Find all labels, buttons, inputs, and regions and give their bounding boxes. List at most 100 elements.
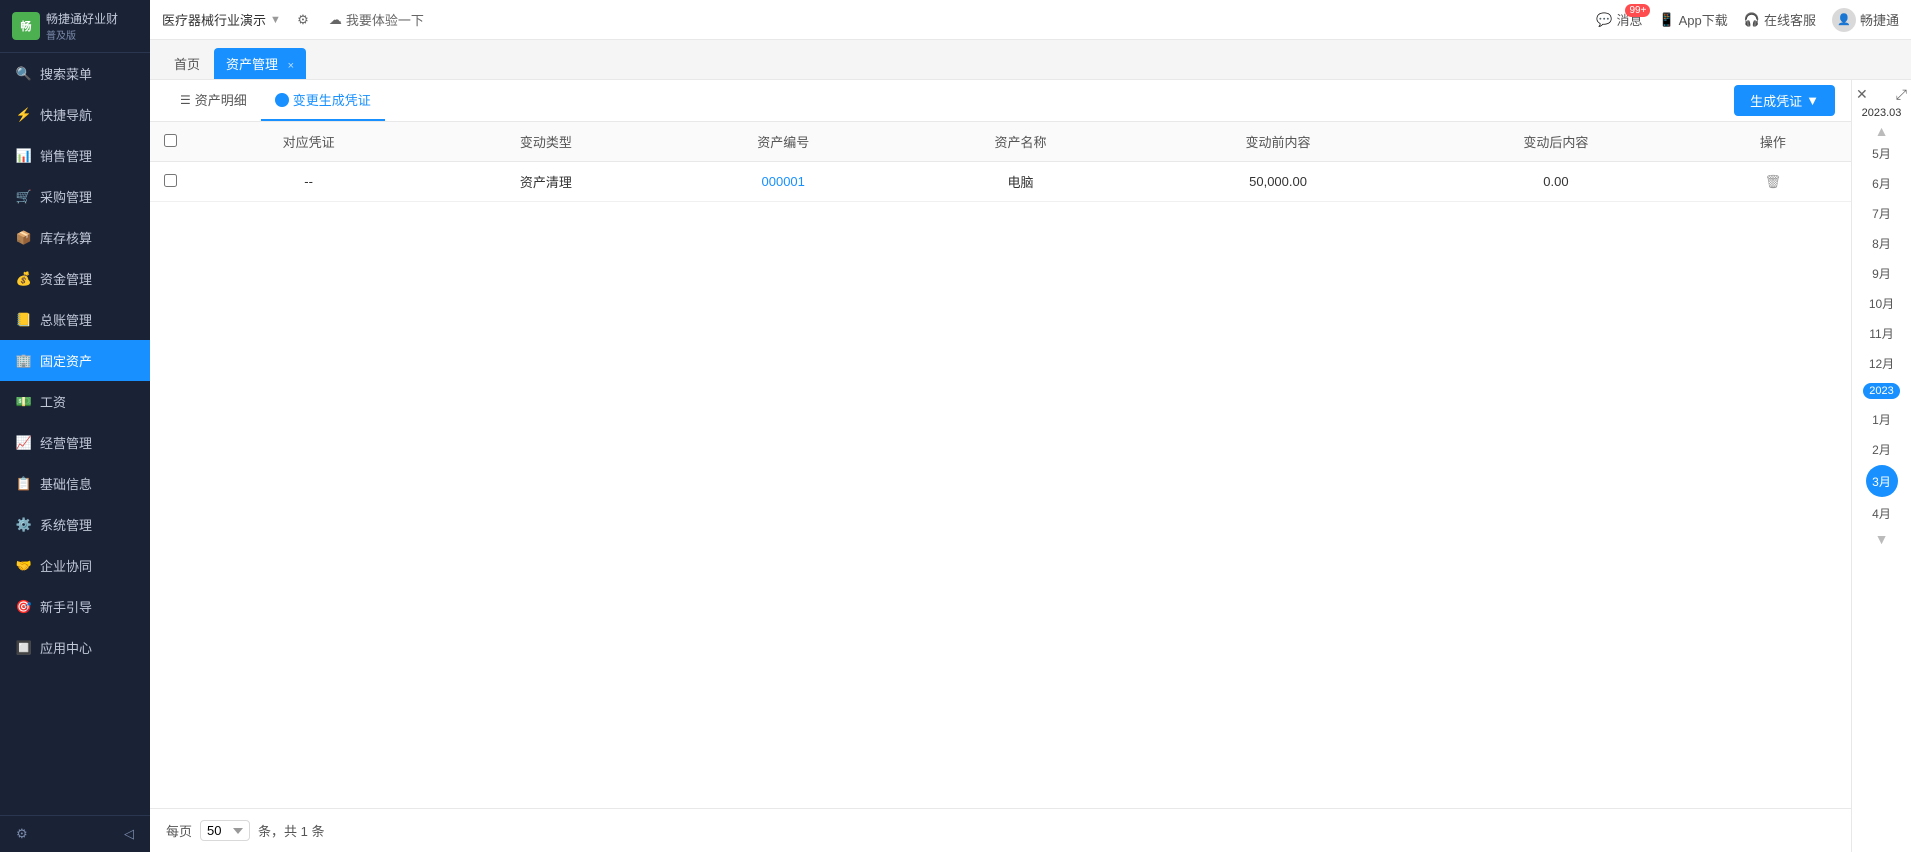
inner-tab-change-voucher[interactable]: 变更生成凭证 [261,80,385,121]
search-icon: 🔍 [16,66,32,82]
top-header: 医疗器械行业演示 ▼ ⚙ ☁ 我要体验一下 💬 消息 99+ 📱 App下载 🎧… [150,0,1911,40]
month-4[interactable]: 4月 [1860,499,1904,527]
cell-voucher: -- [190,162,427,202]
panel-close-button[interactable]: ✕ [1856,86,1868,103]
month-3-active[interactable]: 3月 [1866,465,1898,497]
sidebar-item-basic-info[interactable]: 📋 基础信息 [0,463,150,504]
sidebar-item-sales[interactable]: 📊 销售管理 [0,135,150,176]
customer-service-button[interactable]: 🎧 在线客服 [1744,10,1816,29]
sidebar-item-salary[interactable]: 💵 工资 [0,381,150,422]
message-button[interactable]: 💬 消息 99+ [1596,10,1642,29]
inner-tab-asset-detail[interactable]: ☰ 资产明细 [166,80,261,121]
col-asset-name: 资产名称 [902,122,1139,162]
month-12[interactable]: 12月 [1860,349,1904,377]
quick-nav-icon: ⚡ [16,107,32,123]
salary-icon: 💵 [16,394,32,410]
collapse-sidebar-icon[interactable]: ◁ [124,826,134,842]
company-selector[interactable]: 医疗器械行业演示 ▼ [162,10,281,29]
user-avatar: 👤 [1832,8,1856,32]
tab-home[interactable]: 首页 [162,48,212,79]
purchase-icon: 🛒 [16,189,32,205]
sidebar-item-apps[interactable]: 🔲 应用中心 [0,627,150,668]
row-checkbox-cell [150,162,190,202]
scroll-down-icon[interactable]: ▼ [1875,531,1889,547]
funds-icon: 💰 [16,271,32,287]
month-10[interactable]: 10月 [1860,289,1904,317]
inventory-icon: 📦 [16,230,32,246]
cell-change-type: 资产清理 [427,162,664,202]
download-icon: 📱 [1658,12,1674,28]
year-month-label: 2023.03 [1862,107,1902,119]
user-menu[interactable]: 👤 畅捷通 [1832,8,1899,32]
total-count-label: 条，共 1 条 [258,821,324,840]
sidebar-item-operations[interactable]: 📈 经营管理 [0,422,150,463]
sidebar-item-fixed-assets[interactable]: 🏢 固定资产 [0,340,150,381]
sidebar-item-system[interactable]: ⚙️ 系统管理 [0,504,150,545]
basic-info-icon: 📋 [16,476,32,492]
app-logo-icon: 畅 [12,12,40,40]
table-container: 对应凭证 变动类型 资产编号 资产名称 变动前内容 变动后内容 操作 [150,122,1851,808]
month-9[interactable]: 9月 [1860,259,1904,287]
month-1[interactable]: 1月 [1860,405,1904,433]
year-badge: 2023 [1863,383,1899,399]
panel-expand-button[interactable]: ⤢ [1896,86,1907,103]
fixed-assets-icon: 🏢 [16,353,32,369]
ledger-icon: 📒 [16,312,32,328]
operations-icon: 📈 [16,435,32,451]
scroll-up-icon[interactable]: ▲ [1875,123,1889,139]
message-badge: 99+ [1625,4,1650,17]
sidebar-bottom: ⚙ ◁ [0,815,150,852]
table-row: -- 资产清理 000001 电脑 50,000.00 0.00 🗑 [150,162,1851,202]
delete-row-icon[interactable]: 🗑 [1765,174,1782,189]
app-download-button[interactable]: 📱 App下载 [1658,10,1727,29]
tab-asset-management[interactable]: 资产管理 × [214,48,306,79]
settings-bottom-icon[interactable]: ⚙ [16,826,28,842]
guide-icon: 🎯 [16,599,32,615]
col-before-content: 变动前内容 [1139,122,1417,162]
main-container: 医疗器械行业演示 ▼ ⚙ ☁ 我要体验一下 💬 消息 99+ 📱 App下载 🎧… [150,0,1911,852]
sidebar-nav: 🔍 搜索菜单 ⚡ 快捷导航 📊 销售管理 🛒 采购管理 📦 库存核算 💰 资金管… [0,53,150,815]
col-asset-no: 资产编号 [665,122,902,162]
asset-change-table: 对应凭证 变动类型 资产编号 资产名称 变动前内容 变动后内容 操作 [150,122,1851,202]
month-7[interactable]: 7月 [1860,199,1904,227]
row-checkbox[interactable] [164,174,177,187]
company-name: 医疗器械行业演示 [162,10,266,29]
content-area: ☰ 资产明细 变更生成凭证 生成凭证 ▼ [150,80,1911,852]
month-8[interactable]: 8月 [1860,229,1904,257]
sidebar-item-quick-nav[interactable]: ⚡ 快捷导航 [0,94,150,135]
sidebar-item-purchase[interactable]: 🛒 采购管理 [0,176,150,217]
month-11[interactable]: 11月 [1860,319,1904,347]
cell-asset-no: 000001 [665,162,902,202]
cell-asset-name: 电脑 [902,162,1139,202]
service-icon: 🎧 [1744,12,1760,28]
sidebar-item-inventory[interactable]: 📦 库存核算 [0,217,150,258]
month-5[interactable]: 5月 [1860,139,1904,167]
select-all-checkbox[interactable] [164,134,177,147]
sales-icon: 📊 [16,148,32,164]
cell-before-content: 50,000.00 [1139,162,1417,202]
header-settings-button[interactable]: ⚙ [289,6,317,34]
company-dropdown-icon: ▼ [270,14,281,26]
month-list: 5月 6月 7月 8月 9月 10月 11月 12月 2023 1月 2月 3月… [1856,139,1907,527]
sidebar-item-ledger[interactable]: 📒 总账管理 [0,299,150,340]
tabs-bar: 首页 资产管理 × [150,40,1911,80]
change-icon [275,93,289,107]
sidebar-item-enterprise[interactable]: 🤝 企业协同 [0,545,150,586]
sidebar-item-guide[interactable]: 🎯 新手引导 [0,586,150,627]
cell-after-content: 0.00 [1417,162,1695,202]
tab-close-icon[interactable]: × [288,60,294,72]
pagination-bar: 每页 10 20 50 100 条，共 1 条 [150,808,1851,852]
sidebar-item-search[interactable]: 🔍 搜索菜单 [0,53,150,94]
sidebar-item-funds[interactable]: 💰 资金管理 [0,258,150,299]
page-size-select[interactable]: 10 20 50 100 [200,820,250,841]
generate-voucher-button[interactable]: 生成凭证 ▼ [1734,85,1835,116]
sidebar-logo: 畅 畅捷通好业财 普及版 [0,0,150,53]
table-section: ☰ 资产明细 变更生成凭证 生成凭证 ▼ [150,80,1851,852]
system-icon: ⚙️ [16,517,32,533]
month-6[interactable]: 6月 [1860,169,1904,197]
page-size-label: 每页 [166,821,192,840]
cloud-icon: ☁ [329,12,342,28]
experience-button[interactable]: ☁ 我要体验一下 [329,10,424,29]
month-2[interactable]: 2月 [1860,435,1904,463]
list-icon: ☰ [180,93,191,107]
